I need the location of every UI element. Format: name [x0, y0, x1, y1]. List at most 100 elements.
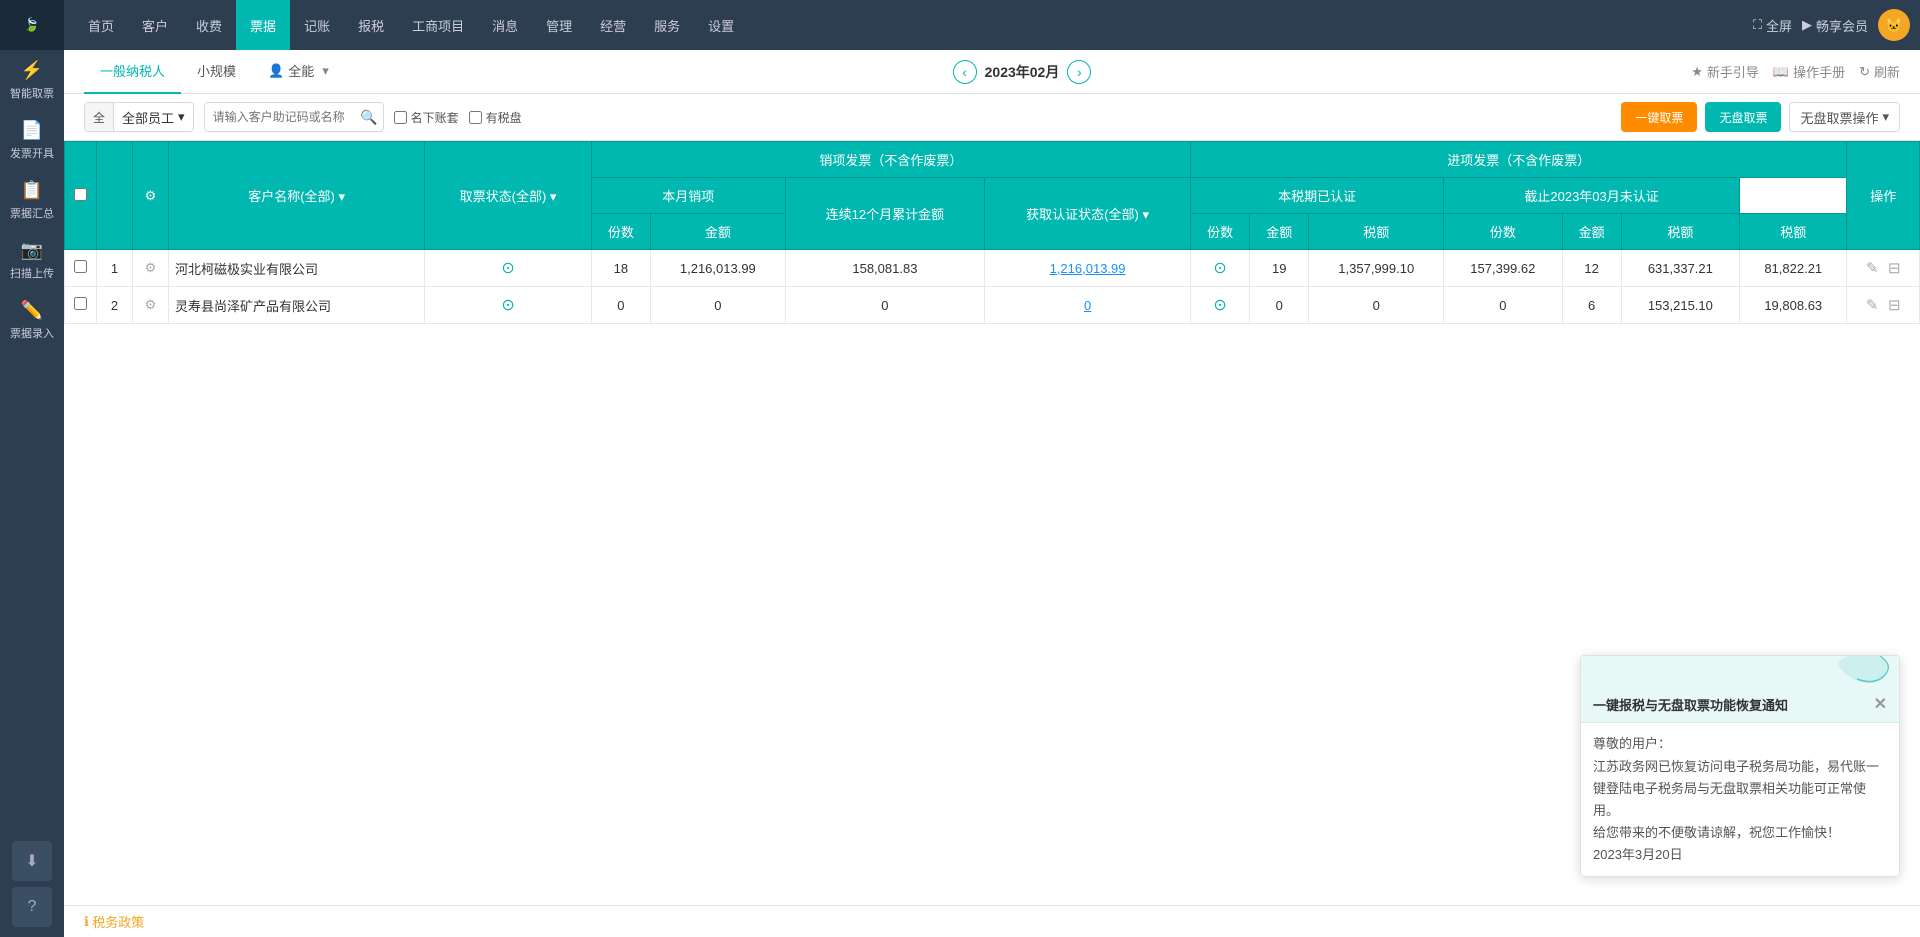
row-customer-name: 灵寿县尚泽矿产品有限公司 — [169, 287, 425, 324]
row-uncert-count: 6 — [1562, 287, 1621, 324]
notice-line1: 尊敬的用户： — [1593, 733, 1887, 755]
filter-icon[interactable]: ▾ — [1142, 207, 1149, 222]
sidebar-item-issue-invoice[interactable]: 📄 发票开具 — [0, 110, 64, 170]
topnav-customer[interactable]: 客户 — [128, 0, 182, 50]
sidebar-item-scan-upload[interactable]: 📷 扫描上传 — [0, 230, 64, 290]
topnav-business[interactable]: 工商项目 — [398, 0, 478, 50]
select-all-checkbox[interactable] — [74, 188, 87, 201]
row-fetch-status: ⊙ — [425, 250, 592, 287]
prev-month-btn[interactable]: ‹ — [953, 60, 977, 84]
th-purchase-tax: 税额 — [1309, 214, 1444, 250]
th-purchase-group: 进项发票（不含作废票） — [1191, 142, 1847, 178]
chevron-down-icon[interactable]: ▾ — [314, 63, 337, 79]
row-checkbox[interactable] — [65, 250, 97, 287]
th-settings: ⚙ — [133, 142, 169, 250]
refresh-btn[interactable]: ↻ 刷新 — [1859, 62, 1900, 81]
tab-all[interactable]: 👤 全能 ▾ — [252, 50, 353, 94]
row-sales-tax: 0 — [785, 287, 984, 324]
member-btn[interactable]: ▶ 畅享会员 — [1802, 16, 1868, 35]
more-icon[interactable]: ⊟ — [1888, 297, 1901, 314]
settings-icon[interactable]: ⚙ — [145, 260, 157, 275]
employee-filter[interactable]: 全 全部员工 ▾ — [84, 102, 194, 132]
row-settings[interactable]: ⚙ — [133, 250, 169, 287]
sidebar-download-btn[interactable]: ⬇ — [12, 841, 52, 881]
cumulative-link[interactable]: 0 — [1084, 298, 1091, 313]
cumulative-link[interactable]: 1,216,013.99 — [1050, 261, 1126, 276]
sidebar-item-smart-fetch[interactable]: ⚡ 智能取票 — [0, 50, 64, 110]
topnav-bookkeeping[interactable]: 记账 — [290, 0, 344, 50]
sub-account-filter[interactable]: 名下账套 — [394, 109, 459, 126]
has-tax-filter[interactable]: 有税盘 — [469, 109, 522, 126]
topnav-operation[interactable]: 经营 — [586, 0, 640, 50]
search-icon[interactable]: 🔍 — [360, 109, 377, 126]
topnav-billing[interactable]: 收费 — [182, 0, 236, 50]
notice-date: 2023年3月20日 — [1593, 844, 1887, 866]
invoice-table: ⚙ 客户名称(全部) ▾ 取票状态(全部) ▾ 销项发票（不含作废票） 进项发票… — [64, 141, 1920, 324]
row-select-checkbox[interactable] — [74, 260, 87, 273]
th-purchase-amount: 金额 — [1250, 214, 1309, 250]
th-num — [97, 142, 133, 250]
dropdown-arrow-icon: ▾ — [1882, 109, 1889, 125]
topnav-management[interactable]: 管理 — [532, 0, 586, 50]
topnav-home[interactable]: 首页 — [74, 0, 128, 50]
purchase-fetch-icon: ⊙ — [1213, 297, 1226, 314]
notice-close-btn[interactable]: ✕ — [1874, 694, 1887, 714]
month-nav: ‹ 2023年02月 › — [953, 60, 1092, 84]
sub-account-checkbox[interactable] — [394, 111, 407, 124]
th-current-certified: 本税期已认证 — [1191, 178, 1444, 214]
th-sales-tax-empty: 获取认证状态(全部) ▾ — [985, 178, 1191, 250]
has-tax-checkbox[interactable] — [469, 111, 482, 124]
row-settings[interactable]: ⚙ — [133, 287, 169, 324]
manual-btn[interactable]: 📖 操作手册 — [1773, 62, 1845, 81]
sidebar: 🍃 ⚡ 智能取票 📄 发票开具 📋 票据汇总 📷 扫描上传 ✏️ 票据录入 ⬇ … — [0, 0, 64, 937]
topnav-invoice[interactable]: 票据 — [236, 0, 290, 50]
more-icon[interactable]: ⊟ — [1888, 260, 1901, 277]
next-month-btn[interactable]: › — [1067, 60, 1091, 84]
search-input[interactable] — [204, 102, 384, 132]
clipboard-icon: 📋 — [21, 180, 43, 201]
filter-icon[interactable]: ▾ — [339, 189, 346, 204]
avatar[interactable]: 🐱 — [1878, 9, 1910, 41]
camera-icon: 📷 — [21, 240, 43, 261]
fullscreen-btn[interactable]: ⛶ 全屏 — [1753, 16, 1792, 35]
new-guide-btn[interactable]: ★ 新手引导 — [1691, 62, 1759, 81]
th-uncert-amount: 金额 — [1562, 214, 1621, 250]
th-sales-tax: 税额 — [1740, 214, 1847, 250]
fetch-status-check-icon: ⊙ — [501, 297, 514, 314]
info-icon: ℹ — [84, 914, 89, 930]
row-num: 1 — [97, 250, 133, 287]
row-fetch-status: ⊙ — [425, 287, 592, 324]
employee-filter-value[interactable]: 全部员工 ▾ — [114, 108, 193, 127]
edit-icon[interactable]: ✎ — [1866, 260, 1879, 277]
edit-icon[interactable]: ✎ — [1866, 297, 1879, 314]
tab-small[interactable]: 小规模 — [181, 50, 252, 94]
sidebar-item-invoice-summary[interactable]: 📋 票据汇总 — [0, 170, 64, 230]
tab-general[interactable]: 一般纳税人 — [84, 50, 181, 94]
table-row: 1 ⚙ 河北柯磁极实业有限公司 ⊙ 18 1,216,013.99 158,08… — [65, 250, 1920, 287]
document-icon: 📄 — [21, 120, 43, 141]
tax-policy-link[interactable]: 税务政策 — [92, 912, 144, 931]
tabbar-right: ★ 新手引导 📖 操作手册 ↻ 刷新 — [1691, 62, 1900, 81]
sidebar-item-label: 票据汇总 — [10, 205, 54, 221]
filter-icon[interactable]: ▾ — [550, 189, 557, 204]
sidebar-bottom: ⬇ ? — [12, 841, 52, 937]
sidebar-item-label: 智能取票 — [10, 85, 54, 101]
sidebar-item-label: 票据录入 — [10, 325, 54, 341]
row-cumulative: 1,216,013.99 — [985, 250, 1191, 287]
settings-icon[interactable]: ⚙ — [145, 297, 157, 312]
no-disk-fetch-btn[interactable]: 无盘取票 — [1705, 102, 1781, 132]
sidebar-item-invoice-entry[interactable]: ✏️ 票据录入 — [0, 290, 64, 350]
th-purchase-count: 份数 — [1191, 214, 1250, 250]
row-checkbox[interactable] — [65, 287, 97, 324]
no-disk-ops-btn[interactable]: 无盘取票操作 ▾ — [1789, 102, 1900, 132]
topnav-service[interactable]: 服务 — [640, 0, 694, 50]
row-sales-count: 0 — [591, 287, 650, 324]
row-select-checkbox[interactable] — [74, 297, 87, 310]
sidebar-help-btn[interactable]: ? — [12, 887, 52, 927]
topnav-settings[interactable]: 设置 — [694, 0, 748, 50]
row-uncert-amount: 153,215.10 — [1621, 287, 1739, 324]
one-click-fetch-btn[interactable]: 一键取票 — [1621, 102, 1697, 132]
topnav-tax[interactable]: 报税 — [344, 0, 398, 50]
topnav-message[interactable]: 消息 — [478, 0, 532, 50]
row-uncert-amount: 631,337.21 — [1621, 250, 1739, 287]
